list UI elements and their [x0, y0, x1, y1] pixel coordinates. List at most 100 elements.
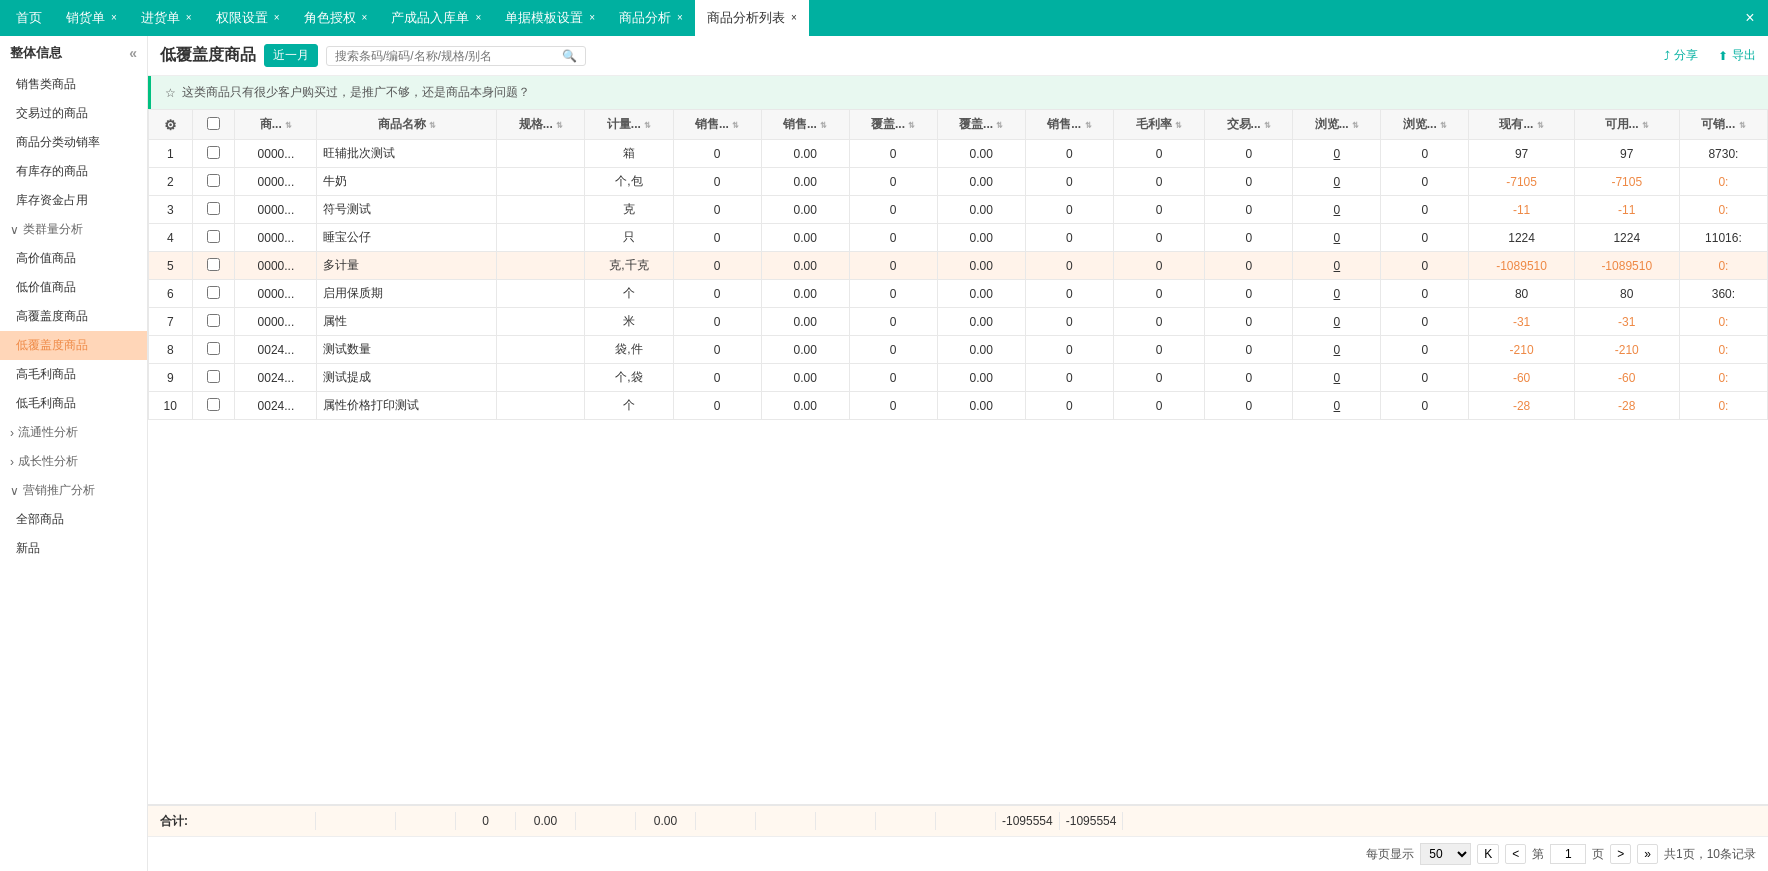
select-all-checkbox[interactable]: [207, 117, 220, 130]
row-check[interactable]: [192, 280, 235, 308]
nav-purchase[interactable]: 进货单 ×: [129, 0, 204, 36]
nav-close-analysis-list[interactable]: ×: [791, 0, 797, 36]
nav-close-template[interactable]: ×: [589, 0, 595, 36]
row-browse1[interactable]: 0: [1293, 336, 1381, 364]
search-input[interactable]: [335, 49, 558, 63]
sidebar-group-circulation[interactable]: › 流通性分析: [0, 418, 147, 447]
nav-close-role[interactable]: ×: [362, 0, 368, 36]
nav-close-sales[interactable]: ×: [111, 0, 117, 36]
settings-icon[interactable]: ⚙: [164, 117, 177, 133]
sidebar-item-low-value[interactable]: 低价值商品: [0, 273, 147, 302]
row-check[interactable]: [192, 336, 235, 364]
row-browse1[interactable]: 0: [1293, 364, 1381, 392]
row-browse1[interactable]: 0: [1293, 252, 1381, 280]
row-checkbox[interactable]: [207, 314, 220, 327]
nav-close-inbound[interactable]: ×: [475, 0, 481, 36]
sidebar-item-high-coverage[interactable]: 高覆盖度商品: [0, 302, 147, 331]
col-current[interactable]: 现有... ⇅: [1469, 110, 1574, 140]
nav-goods-analysis-list[interactable]: 商品分析列表 ×: [695, 0, 809, 36]
row-check[interactable]: [192, 140, 235, 168]
col-check[interactable]: [192, 110, 235, 140]
col-sales-amt[interactable]: 销售... ⇅: [761, 110, 849, 140]
window-close-button[interactable]: ×: [1736, 4, 1764, 32]
col-cover2[interactable]: 覆盖... ⇅: [937, 110, 1025, 140]
sidebar-item-inventory-capital[interactable]: 库存资金占用: [0, 186, 147, 215]
nav-role[interactable]: 角色授权 ×: [292, 0, 380, 36]
col-sales-qty[interactable]: 销售... ⇅: [673, 110, 761, 140]
row-check[interactable]: [192, 168, 235, 196]
row-browse1[interactable]: 0: [1293, 196, 1381, 224]
page-number-input[interactable]: [1550, 844, 1586, 864]
share-button[interactable]: ⤴ 分享: [1664, 47, 1698, 64]
prev-page-button[interactable]: <: [1505, 844, 1526, 864]
export-button[interactable]: ⬆ 导出: [1718, 47, 1756, 64]
col-browse2[interactable]: 浏览... ⇅: [1381, 110, 1469, 140]
col-name[interactable]: 商品名称 ⇅: [317, 110, 497, 140]
per-page-select[interactable]: 50 100 200: [1420, 843, 1471, 865]
nav-home[interactable]: 首页: [4, 0, 54, 36]
nav-close-purchase[interactable]: ×: [186, 0, 192, 36]
row-browse1[interactable]: 0: [1293, 224, 1381, 252]
sidebar-collapse-button[interactable]: «: [129, 45, 137, 61]
nav-product-inbound[interactable]: 产成品入库单 ×: [379, 0, 493, 36]
row-checkbox[interactable]: [207, 342, 220, 355]
col-spec[interactable]: 规格... ⇅: [497, 110, 585, 140]
sidebar-group-marketing[interactable]: ∨ 营销推广分析: [0, 476, 147, 505]
sidebar-group-growth[interactable]: › 成长性分析: [0, 447, 147, 476]
nav-close-permission[interactable]: ×: [274, 0, 280, 36]
col-gear[interactable]: ⚙: [149, 110, 193, 140]
row-check[interactable]: [192, 252, 235, 280]
sidebar-item-high-value[interactable]: 高价值商品: [0, 244, 147, 273]
row-browse1[interactable]: 0: [1293, 392, 1381, 420]
search-icon[interactable]: 🔍: [562, 49, 577, 63]
filter-recent-month-button[interactable]: 近一月: [264, 44, 318, 67]
search-box[interactable]: 🔍: [326, 46, 586, 66]
last-page-button[interactable]: »: [1637, 844, 1658, 864]
col-sales-extra[interactable]: 销售... ⇅: [1025, 110, 1113, 140]
row-check[interactable]: [192, 392, 235, 420]
row-browse1[interactable]: 0: [1293, 280, 1381, 308]
nav-sales-order[interactable]: 销货单 ×: [54, 0, 129, 36]
row-browse1[interactable]: 0: [1293, 168, 1381, 196]
sidebar-item-low-coverage[interactable]: 低覆盖度商品: [0, 331, 147, 360]
row-checkbox[interactable]: [207, 174, 220, 187]
row-checkbox[interactable]: [207, 146, 220, 159]
first-page-button[interactable]: K: [1477, 844, 1499, 864]
col-unit[interactable]: 计量... ⇅: [585, 110, 673, 140]
table-row: 9 0024... 测试提成 个,袋 0 0.00 0 0.00 0 0 0 0…: [149, 364, 1768, 392]
col-browse1[interactable]: 浏览... ⇅: [1293, 110, 1381, 140]
sidebar-item-stocked-goods[interactable]: 有库存的商品: [0, 157, 147, 186]
col-trade[interactable]: 交易... ⇅: [1205, 110, 1293, 140]
nav-goods-analysis[interactable]: 商品分析 ×: [607, 0, 695, 36]
row-browse1[interactable]: 0: [1293, 140, 1381, 168]
col-code[interactable]: 商... ⇅: [235, 110, 317, 140]
sidebar-item-category-rate[interactable]: 商品分类动销率: [0, 128, 147, 157]
next-page-button[interactable]: >: [1610, 844, 1631, 864]
sidebar-item-all-goods[interactable]: 全部商品: [0, 505, 147, 534]
row-check[interactable]: [192, 308, 235, 336]
sidebar-item-low-margin[interactable]: 低毛利商品: [0, 389, 147, 418]
row-checkbox[interactable]: [207, 202, 220, 215]
col-cover1[interactable]: 覆盖... ⇅: [849, 110, 937, 140]
nav-permission[interactable]: 权限设置 ×: [204, 0, 292, 36]
col-available[interactable]: 可用... ⇅: [1574, 110, 1679, 140]
col-saleable[interactable]: 可销... ⇅: [1679, 110, 1767, 140]
nav-close-analysis[interactable]: ×: [677, 0, 683, 36]
row-check[interactable]: [192, 224, 235, 252]
nav-template[interactable]: 单据模板设置 ×: [493, 0, 607, 36]
row-checkbox[interactable]: [207, 398, 220, 411]
row-check[interactable]: [192, 196, 235, 224]
sidebar-item-traded-goods[interactable]: 交易过的商品: [0, 99, 147, 128]
row-checkbox[interactable]: [207, 258, 220, 271]
row-checkbox[interactable]: [207, 230, 220, 243]
row-spec: [497, 392, 585, 420]
sidebar-item-new-goods[interactable]: 新品: [0, 534, 147, 563]
sidebar-group-quantity[interactable]: ∨ 类群量分析: [0, 215, 147, 244]
row-check[interactable]: [192, 364, 235, 392]
row-checkbox[interactable]: [207, 370, 220, 383]
sidebar-item-sales-goods[interactable]: 销售类商品: [0, 70, 147, 99]
col-margin[interactable]: 毛利率 ⇅: [1113, 110, 1204, 140]
sidebar-item-high-margin[interactable]: 高毛利商品: [0, 360, 147, 389]
row-browse1[interactable]: 0: [1293, 308, 1381, 336]
row-checkbox[interactable]: [207, 286, 220, 299]
